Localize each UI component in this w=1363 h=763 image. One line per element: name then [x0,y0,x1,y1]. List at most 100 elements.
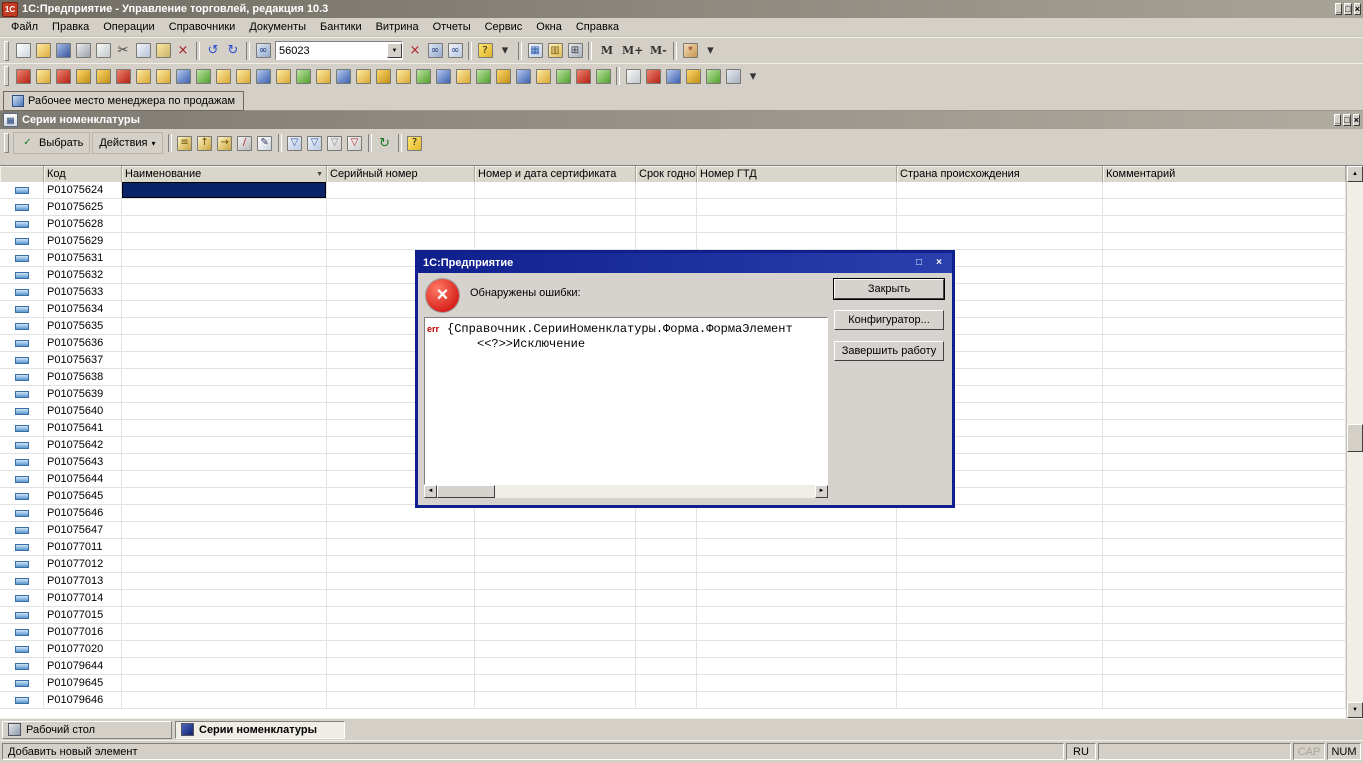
cell[interactable] [122,216,327,232]
cell[interactable] [475,573,636,589]
cell[interactable] [1103,318,1346,334]
cell[interactable] [122,233,327,249]
table-row[interactable]: P01077020 [0,641,1346,658]
combo-dropdown-icon[interactable]: ▼ [387,43,402,58]
row-marker-cell[interactable] [0,590,44,606]
cell[interactable] [1103,658,1346,674]
notes-icon[interactable] [703,66,723,86]
select-button[interactable]: ✓ Выбрать [13,132,91,154]
cell[interactable] [1103,284,1346,300]
cell[interactable] [1103,437,1346,453]
payment-orders-icon[interactable] [393,66,413,86]
cell[interactable] [897,199,1103,215]
cell[interactable] [122,471,327,487]
row-marker-cell[interactable] [0,522,44,538]
row-marker-cell[interactable] [0,437,44,453]
code-cell[interactable]: P01077011 [44,539,122,555]
cell[interactable] [897,233,1103,249]
open-document-icon[interactable] [33,41,53,61]
code-cell[interactable]: P01075632 [44,267,122,283]
cell[interactable] [697,199,897,215]
counterparties-icon[interactable] [13,66,33,86]
cell[interactable] [1103,182,1346,198]
cell[interactable] [1103,216,1346,232]
cell[interactable] [1103,369,1346,385]
code-cell[interactable]: P01075639 [44,386,122,402]
filter-history-icon[interactable]: ▽ [325,133,345,153]
cell[interactable] [697,692,897,708]
cell[interactable] [1103,488,1346,504]
code-cell[interactable]: P01075645 [44,488,122,504]
contacts-icon[interactable] [663,66,683,86]
row-marker-cell[interactable] [0,488,44,504]
cell[interactable] [475,216,636,232]
cell[interactable] [122,199,327,215]
service-help-icon[interactable]: ? [475,41,495,61]
cell[interactable] [1103,454,1346,470]
calendar-icon[interactable]: ▥ [545,41,565,61]
interface-overflow-icon[interactable]: ▾ [743,66,763,86]
cell[interactable] [475,607,636,623]
terminate-button[interactable]: Завершить работу [834,341,944,361]
cell[interactable] [1103,199,1346,215]
cell[interactable] [327,216,475,232]
cell[interactable] [697,522,897,538]
code-cell[interactable]: P01079645 [44,675,122,691]
row-marker-cell[interactable] [0,641,44,657]
code-cell[interactable]: P01075647 [44,522,122,538]
row-marker-cell[interactable] [0,318,44,334]
cell[interactable] [122,182,327,198]
exchange-icon[interactable] [593,66,613,86]
cell[interactable] [697,641,897,657]
scroll-down-icon[interactable]: ▼ [1347,702,1363,718]
mail-icon[interactable] [623,66,643,86]
child-minimize-button[interactable]: _ [1334,114,1342,126]
cell[interactable] [697,539,897,555]
child-close-button[interactable]: × [1352,114,1360,126]
cell[interactable] [327,675,475,691]
cell[interactable] [1103,590,1346,606]
row-marker-cell[interactable] [0,624,44,640]
cell[interactable] [636,658,697,674]
code-cell[interactable]: P01077020 [44,641,122,657]
table-row[interactable]: P01079646 [0,692,1346,709]
sales-report-icon[interactable] [473,66,493,86]
discounts-icon[interactable] [533,66,553,86]
col-code[interactable]: Код [44,166,122,182]
help-icon[interactable]: ? [405,133,425,153]
cell[interactable] [1103,335,1346,351]
code-cell[interactable]: P01075629 [44,233,122,249]
orders-journal-icon[interactable] [213,66,233,86]
table-row[interactable]: P01075628 [0,216,1346,233]
new-document-icon[interactable] [13,41,33,61]
cell[interactable] [475,182,636,198]
cell[interactable] [327,624,475,640]
hscrollbar-thumb[interactable] [437,485,495,498]
code-cell[interactable]: P01079646 [44,692,122,708]
help-menu-icon[interactable]: ▾ [495,41,515,61]
cell[interactable] [475,233,636,249]
delete-mark-icon[interactable]: ∕ [235,133,255,153]
cell[interactable] [1103,386,1346,402]
code-cell[interactable]: P01075634 [44,301,122,317]
code-cell[interactable]: P01075644 [44,471,122,487]
cell[interactable] [897,675,1103,691]
price-setting-icon[interactable] [513,66,533,86]
cell[interactable] [475,658,636,674]
incoming-payments-icon[interactable] [413,66,433,86]
cell[interactable] [122,284,327,300]
menu-vitrina[interactable]: Витрина [369,19,426,35]
find-settings-icon[interactable]: ∞ [445,41,465,61]
menu-file[interactable]: Файл [4,19,45,35]
row-marker-cell[interactable] [0,182,44,198]
memory-recall-button[interactable]: M [595,42,619,60]
cell[interactable] [897,607,1103,623]
cell[interactable] [327,182,475,198]
cell[interactable] [636,590,697,606]
col-marker[interactable] [0,166,44,182]
code-cell[interactable]: P01075637 [44,352,122,368]
memory-plus-button[interactable]: M+ [619,42,646,60]
price-list-icon[interactable] [173,66,193,86]
cell[interactable] [122,318,327,334]
row-marker-cell[interactable] [0,658,44,674]
